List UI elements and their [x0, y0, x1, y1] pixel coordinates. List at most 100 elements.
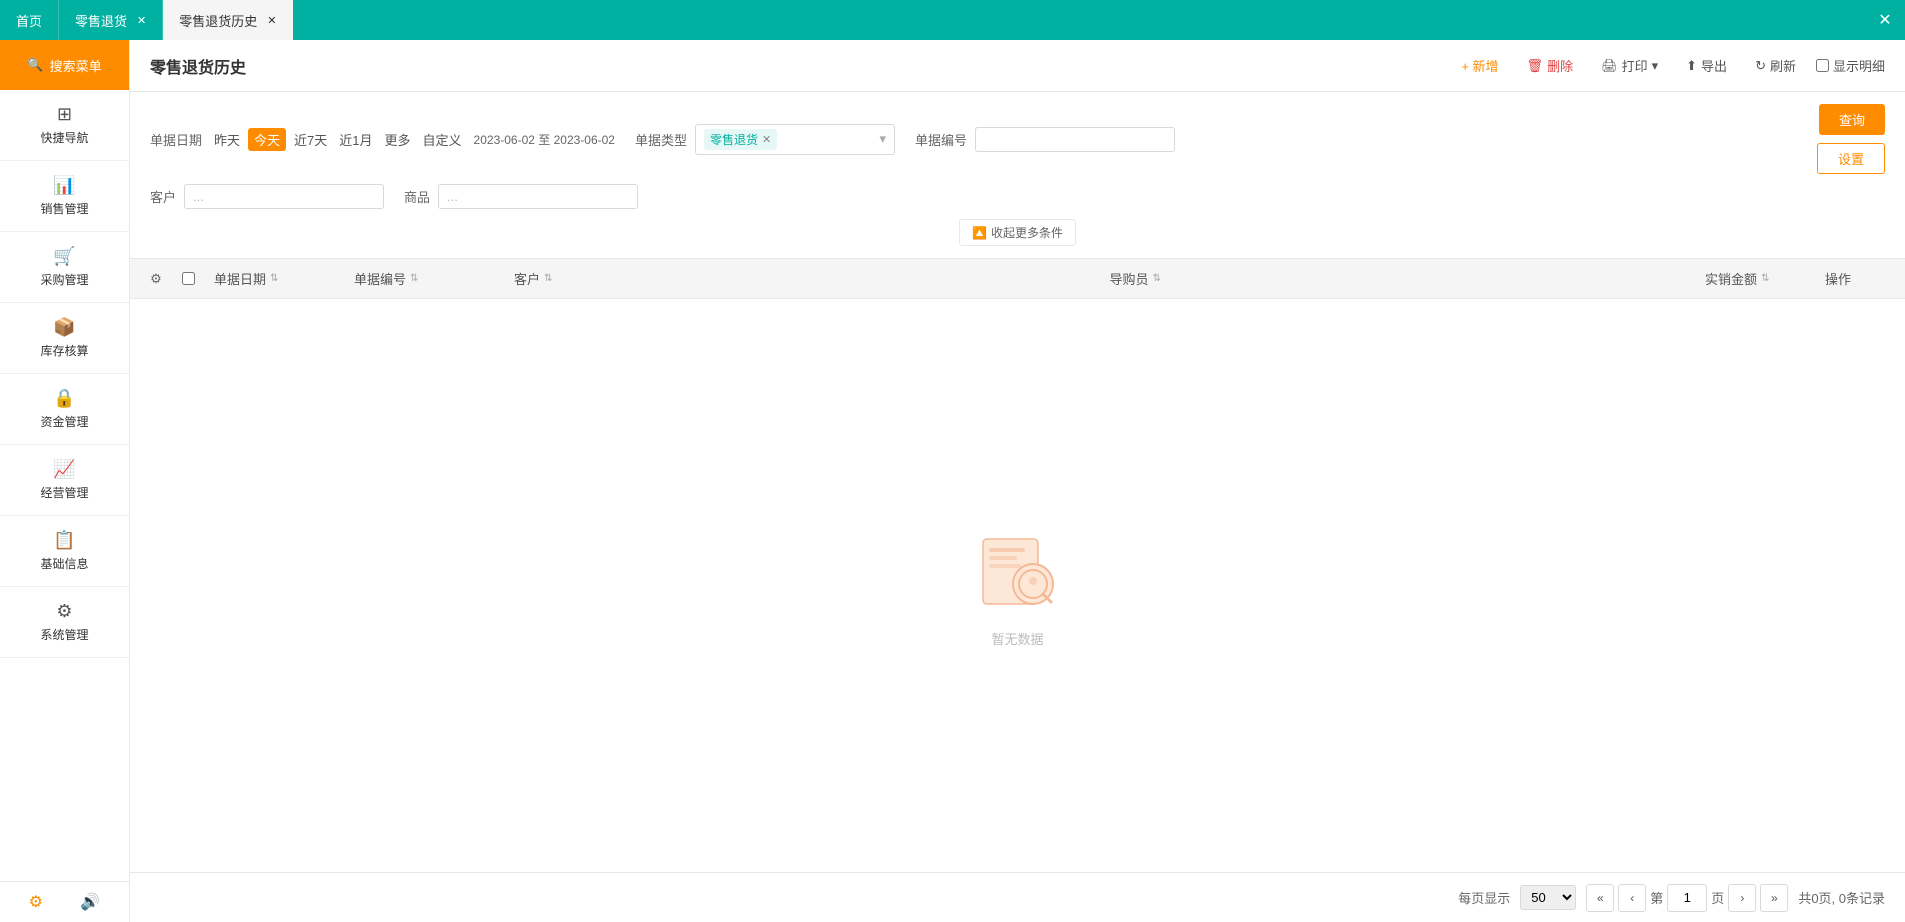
show-detail-input[interactable] [1816, 59, 1829, 72]
sidebar-settings-button[interactable]: ⚙ [29, 892, 43, 912]
tab-return[interactable]: 零售退货 ✕ [59, 0, 163, 40]
sidebar-item-purchase-mgmt[interactable]: 🛒 采购管理 [0, 232, 129, 303]
set-button[interactable]: 设置 [1817, 143, 1885, 174]
finance-icon: 🔒 [53, 388, 75, 409]
select-all-input[interactable] [182, 272, 195, 285]
purchase-mgmt-icon: 🛒 [53, 246, 75, 267]
filter-no: 单据编号 [915, 127, 1175, 152]
sidebar-search[interactable]: 🔍 搜索菜单 [0, 40, 129, 90]
next-page-button[interactable]: › [1728, 884, 1756, 912]
search-icon: 🔍 [27, 57, 43, 73]
sidebar-item-finance[interactable]: 🔒 资金管理 [0, 374, 129, 445]
sort-no-icon: ⇅ [410, 273, 418, 284]
th-customer[interactable]: 客户 ⇅ [504, 269, 1100, 288]
sidebar-item-finance-label: 资金管理 [40, 413, 88, 430]
table-header: ⚙ 单据日期 ⇅ 单据编号 ⇅ 客户 ⇅ 导购员 ⇅ [130, 259, 1905, 299]
print-icon: 🖨 [1601, 58, 1618, 74]
select-all-checkbox[interactable] [172, 272, 204, 285]
main-layout: 🔍 搜索菜单 ⊞ 快捷导航 📊 销售管理 🛒 采购管理 📦 库存核算 🔒 [0, 40, 1905, 922]
sidebar-items: ⊞ 快捷导航 📊 销售管理 🛒 采购管理 📦 库存核算 🔒 资金管理 📈 [0, 90, 129, 881]
date-opt-today[interactable]: 今天 [248, 128, 286, 151]
print-button[interactable]: 🖨 打印 ▾ [1593, 52, 1666, 79]
page-title: 零售退货历史 [150, 54, 246, 78]
sidebar-item-purchase-mgmt-label: 采购管理 [40, 271, 88, 288]
first-page-button[interactable]: « [1586, 884, 1614, 912]
th-no[interactable]: 单据编号 ⇅ [344, 269, 504, 288]
export-button[interactable]: ⬆ 导出 [1678, 52, 1735, 79]
sidebar-item-inventory[interactable]: 📦 库存核算 [0, 303, 129, 374]
filter-type-dropdown-icon: ▾ [879, 131, 886, 147]
th-amount[interactable]: 实销金额 ⇅ [1695, 269, 1815, 288]
th-no-label: 单据编号 [354, 269, 406, 288]
tab-return-close[interactable]: ✕ [137, 14, 146, 27]
per-page-label: 每页显示 [1458, 888, 1510, 907]
empty-text: 暂无数据 [991, 629, 1043, 648]
th-guide-label: 导购员 [1110, 269, 1149, 288]
date-opt-yesterday[interactable]: 昨天 [210, 128, 244, 151]
window-close-button[interactable]: ✕ [1865, 0, 1905, 40]
column-settings-button[interactable]: ⚙ [140, 263, 172, 295]
filter-row-1: 单据日期 昨天 今天 近7天 近1月 更多 自定义 2023-06-02 至 2… [150, 104, 1885, 174]
tab-return-history-close[interactable]: ✕ [267, 14, 276, 27]
sidebar-search-label: 搜索菜单 [50, 56, 102, 75]
collapse-button[interactable]: 🔼 收起更多条件 [959, 219, 1076, 246]
filter-type: 单据类型 零售退货 ✕ ▾ [635, 124, 895, 155]
print-dropdown-icon: ▾ [1652, 58, 1659, 74]
filter-no-label: 单据编号 [915, 130, 967, 149]
th-customer-label: 客户 [514, 269, 540, 288]
tab-home[interactable]: 首页 [0, 0, 59, 40]
new-button[interactable]: + 新增 [1453, 52, 1506, 79]
th-amount-label: 实销金额 [1705, 269, 1757, 288]
filter-type-tag-close[interactable]: ✕ [762, 133, 771, 146]
sidebar-item-quick-nav[interactable]: ⊞ 快捷导航 [0, 90, 129, 161]
sales-mgmt-icon: 📊 [53, 175, 75, 196]
sidebar-item-system-mgmt-label: 系统管理 [40, 626, 88, 643]
sidebar-audio-button[interactable]: 🔊 [80, 892, 100, 912]
filter-type-tag-value: 零售退货 [710, 131, 758, 148]
pagination-nav: « ‹ 第 页 › » [1586, 884, 1788, 912]
sidebar-item-system-mgmt[interactable]: ⚙ 系统管理 [0, 587, 129, 658]
filter-goods-input[interactable] [438, 184, 638, 209]
sidebar-item-operations-label: 经营管理 [40, 484, 88, 501]
table-area: ⚙ 单据日期 ⇅ 单据编号 ⇅ 客户 ⇅ 导购员 ⇅ [130, 259, 1905, 922]
tab-return-history[interactable]: 零售退货历史 ✕ [163, 0, 293, 40]
date-opt-1month[interactable]: 近1月 [335, 128, 376, 151]
tab-home-label: 首页 [16, 11, 42, 30]
export-button-label: 导出 [1701, 56, 1727, 75]
delete-button[interactable]: 🗑 删除 [1519, 52, 1582, 79]
show-detail-label: 显示明细 [1833, 56, 1885, 75]
filter-goods: 商品 [404, 184, 638, 209]
page-input[interactable] [1667, 884, 1707, 912]
filter-no-input[interactable] [975, 127, 1175, 152]
print-button-label: 打印 [1622, 56, 1648, 75]
pagination: 每页显示 20 50 100 « ‹ 第 页 › » 共0页, 0条记录 [130, 872, 1905, 922]
date-opt-custom[interactable]: 自定义 [419, 128, 466, 151]
sidebar-footer: ⚙ 🔊 [0, 881, 129, 922]
filter-customer-input[interactable] [184, 184, 384, 209]
th-date-label: 单据日期 [214, 269, 266, 288]
new-button-label: + 新增 [1461, 56, 1498, 75]
refresh-button[interactable]: ↻ 刷新 [1747, 52, 1804, 79]
th-date[interactable]: 单据日期 ⇅ [204, 269, 344, 288]
sort-customer-icon: ⇅ [544, 273, 552, 284]
date-opt-more[interactable]: 更多 [381, 128, 415, 151]
per-page-select[interactable]: 20 50 100 [1520, 885, 1576, 910]
filter-date-label: 单据日期 [150, 130, 202, 149]
basic-info-icon: 📋 [53, 530, 75, 551]
pagination-summary: 共0页, 0条记录 [1798, 888, 1885, 907]
last-page-button[interactable]: » [1760, 884, 1788, 912]
date-opt-7days[interactable]: 近7天 [290, 128, 331, 151]
th-ops: 操作 [1815, 269, 1895, 288]
filter-type-select[interactable]: 零售退货 ✕ ▾ [695, 124, 895, 155]
filter-type-tag: 零售退货 ✕ [704, 129, 777, 150]
sidebar-item-sales-mgmt[interactable]: 📊 销售管理 [0, 161, 129, 232]
query-button[interactable]: 查询 [1819, 104, 1885, 135]
prev-page-button[interactable]: ‹ [1618, 884, 1646, 912]
sidebar-item-basic-info[interactable]: 📋 基础信息 [0, 516, 129, 587]
show-detail-checkbox[interactable]: 显示明细 [1816, 56, 1885, 75]
content-area: 零售退货历史 + 新增 🗑 删除 🖨 打印 ▾ ⬆ 导出 [130, 40, 1905, 922]
collapse-icon: 🔼 [972, 226, 987, 240]
sidebar-item-operations[interactable]: 📈 经营管理 [0, 445, 129, 516]
th-guide[interactable]: 导购员 ⇅ [1100, 269, 1696, 288]
collapse-label: 收起更多条件 [991, 224, 1063, 241]
